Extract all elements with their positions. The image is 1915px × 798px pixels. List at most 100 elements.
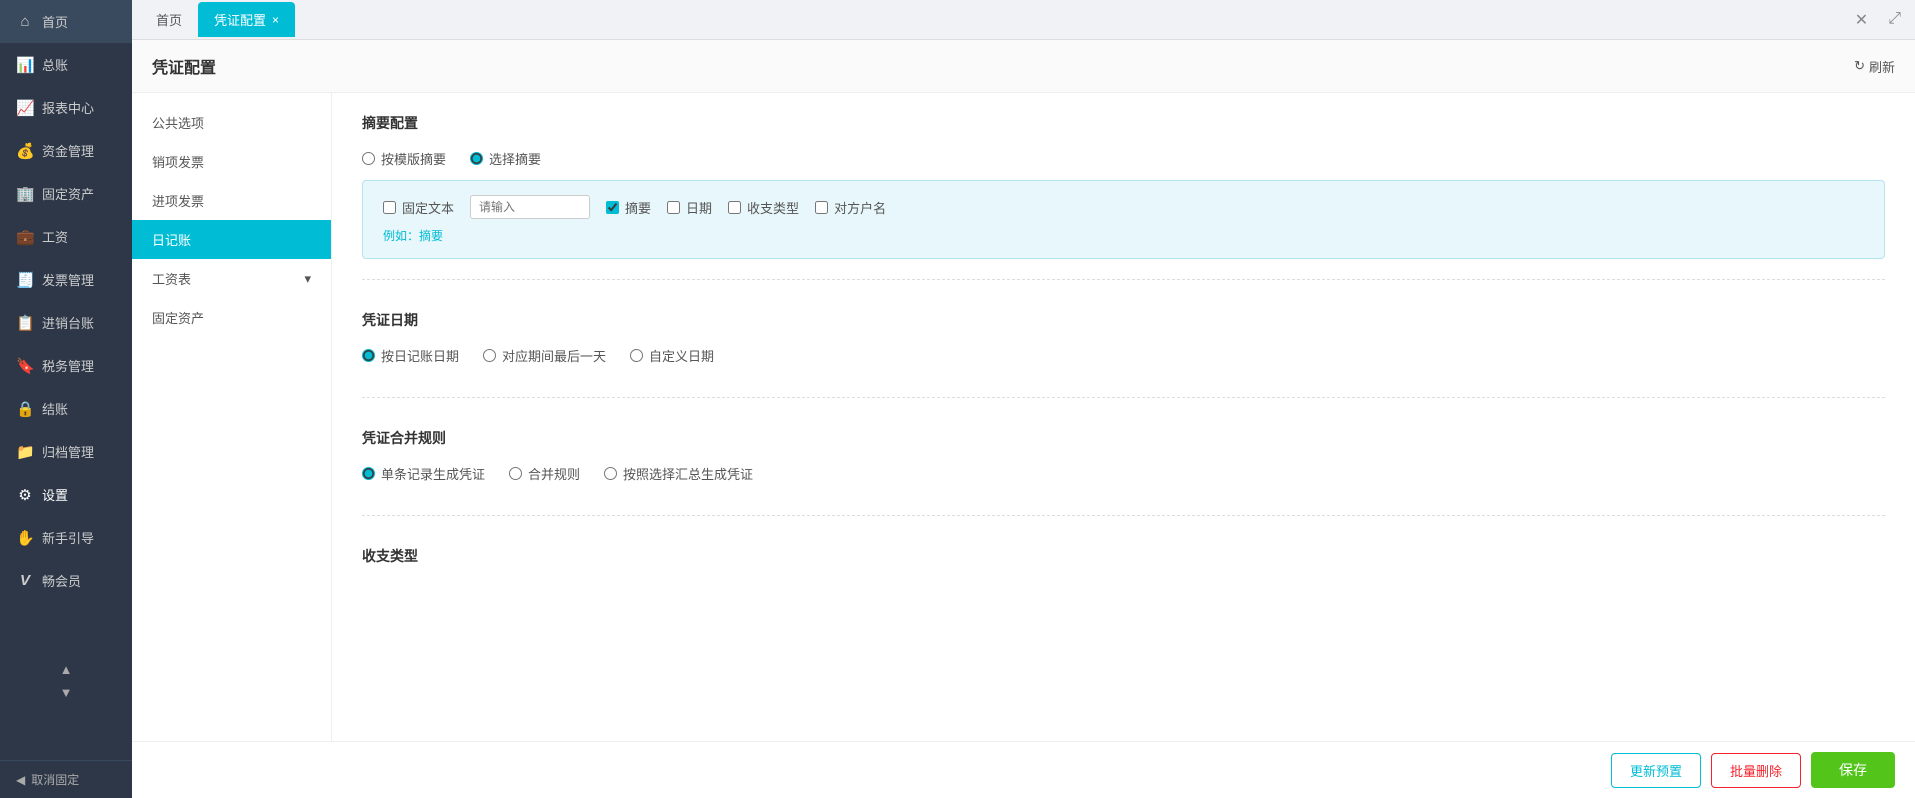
summary-radio-select[interactable]: 选择摘要	[470, 149, 541, 168]
tab-bar-actions: ✕ ⤢	[1849, 8, 1907, 32]
left-nav-journal-label: 日记账	[152, 230, 191, 249]
summary-section: 摘要配置 按模版摘要 选择摘要	[362, 113, 1885, 280]
voucher-date-radio-row: 按日记账日期 对应期间最后一天 自定义日期	[362, 346, 1885, 365]
refresh-label: 刷新	[1869, 57, 1895, 76]
sidebar-item-salary[interactable]: 💼 工资	[0, 215, 132, 258]
cancel-pin-button[interactable]: ◀ 取消固定	[0, 760, 132, 798]
sidebar-item-purchase-sale[interactable]: 📋 进销台账	[0, 301, 132, 344]
left-nav-fixed-assets[interactable]: 固定资产	[132, 298, 331, 337]
tab-home-label: 首页	[156, 10, 182, 29]
window-close-icon[interactable]: ✕	[1849, 8, 1874, 32]
sidebar-item-label: 发票管理	[42, 270, 94, 289]
sidebar-item-report[interactable]: 📈 报表中心	[0, 86, 132, 129]
sidebar: ⌂ 首页 📊 总账 📈 报表中心 💰 资金管理 🏢 固定资产 💼 工资 🧾 发票…	[0, 0, 132, 798]
sidebar-item-close-accounts[interactable]: 🔒 结账	[0, 387, 132, 430]
page-content: 凭证配置 ↻ 刷新 公共选项 销项发票 进项发票 日记账	[132, 40, 1915, 798]
custom-date-label: 自定义日期	[649, 346, 714, 365]
single-label: 单条记录生成凭证	[381, 464, 485, 483]
salary-icon: 💼	[16, 228, 34, 246]
radio-by-selection[interactable]: 按照选择汇总生成凭证	[604, 464, 753, 483]
checkbox-income-type[interactable]: 收支类型	[728, 198, 799, 217]
radio-last-day[interactable]: 对应期间最后一天	[483, 346, 606, 365]
radio-merge[interactable]: 合并规则	[509, 464, 580, 483]
fixed-text-label: 固定文本	[402, 198, 454, 217]
tab-voucher-config[interactable]: 凭证配置 ×	[198, 2, 295, 37]
sidebar-item-funds[interactable]: 💰 资金管理	[0, 129, 132, 172]
by-selection-label: 按照选择汇总生成凭证	[623, 464, 753, 483]
settings-icon: ⚙	[16, 486, 34, 504]
tab-home[interactable]: 首页	[140, 2, 198, 37]
left-nav-purchase-label: 进项发票	[152, 191, 204, 210]
tax-icon: 🔖	[16, 357, 34, 375]
summary-title: 摘要配置	[362, 113, 1885, 133]
summary-template-label: 按模版摘要	[381, 149, 446, 168]
invoice-mgmt-icon: 🧾	[16, 271, 34, 289]
sidebar-item-home[interactable]: ⌂ 首页	[0, 0, 132, 43]
report-icon: 📈	[16, 99, 34, 117]
sidebar-scroll-up[interactable]: ▲	[0, 658, 132, 681]
sidebar-item-label: 结账	[42, 399, 68, 418]
vip-icon: V	[16, 572, 34, 589]
refresh-button[interactable]: ↻ 刷新	[1854, 57, 1895, 76]
main-area: 首页 凭证配置 × ✕ ⤢ 凭证配置 ↻ 刷新 公共选项	[132, 0, 1915, 798]
income-type-section: 收支类型	[362, 546, 1885, 602]
sidebar-item-label: 归档管理	[42, 442, 94, 461]
batch-delete-button[interactable]: 批量删除	[1711, 753, 1801, 788]
summary-select-label: 选择摘要	[489, 149, 541, 168]
bookkeeping-date-label: 按日记账日期	[381, 346, 459, 365]
sidebar-item-label: 设置	[42, 485, 68, 504]
summary-radio-row: 按模版摘要 选择摘要	[362, 149, 1885, 168]
assets-icon: 🏢	[16, 185, 34, 203]
sidebar-scroll-down[interactable]: ▼	[0, 681, 132, 704]
summary-radio-template[interactable]: 按模版摘要	[362, 149, 446, 168]
checkbox-summary[interactable]: 摘要	[606, 198, 651, 217]
checkbox-counterpart[interactable]: 对方户名	[815, 198, 886, 217]
summary-checkboxes-row: 固定文本 摘要 日期	[383, 195, 1864, 219]
radio-single[interactable]: 单条记录生成凭证	[362, 464, 485, 483]
fixed-text-input[interactable]	[470, 195, 590, 219]
merge-rule-title: 凭证合并规则	[362, 428, 1885, 448]
funds-icon: 💰	[16, 142, 34, 160]
sidebar-item-invoice-mgmt[interactable]: 🧾 发票管理	[0, 258, 132, 301]
left-nav-sales-label: 销项发票	[152, 152, 204, 171]
income-type-title: 收支类型	[362, 546, 1885, 566]
last-day-label: 对应期间最后一天	[502, 346, 606, 365]
sidebar-item-label: 工资	[42, 227, 68, 246]
sidebar-item-label: 首页	[42, 12, 68, 31]
left-nav-journal[interactable]: 日记账	[132, 220, 331, 259]
pin-icon: ◀	[16, 773, 25, 787]
summary-label: 摘要	[625, 198, 651, 217]
checkbox-date[interactable]: 日期	[667, 198, 712, 217]
sidebar-item-label: 畅会员	[42, 571, 81, 590]
sidebar-item-vip[interactable]: V 畅会员	[0, 559, 132, 602]
page-header: 凭证配置 ↻ 刷新	[132, 40, 1915, 93]
checkbox-fixed-text[interactable]: 固定文本	[383, 198, 454, 217]
summary-config-box: 固定文本 摘要 日期	[362, 180, 1885, 259]
sidebar-item-archive[interactable]: 📁 归档管理	[0, 430, 132, 473]
left-nav-public-label: 公共选项	[152, 113, 204, 132]
sidebar-item-label: 总账	[42, 55, 68, 74]
sidebar-item-label: 资金管理	[42, 141, 94, 160]
left-nav-payroll[interactable]: 工资表 ▾	[132, 259, 331, 298]
tab-close-icon[interactable]: ×	[272, 13, 279, 27]
left-nav-sales-invoice[interactable]: 销项发票	[132, 142, 331, 181]
sidebar-item-tax[interactable]: 🔖 税务管理	[0, 344, 132, 387]
sidebar-item-guide[interactable]: ✋ 新手引导	[0, 516, 132, 559]
chevron-down-icon: ▾	[304, 271, 311, 287]
close-accounts-icon: 🔒	[16, 400, 34, 418]
home-icon: ⌂	[16, 13, 34, 30]
radio-bookkeeping-date[interactable]: 按日记账日期	[362, 346, 459, 365]
window-restore-icon[interactable]: ⤢	[1882, 8, 1907, 32]
left-nav-purchase-invoice[interactable]: 进项发票	[132, 181, 331, 220]
purchase-sale-icon: 📋	[16, 314, 34, 332]
sidebar-item-label: 税务管理	[42, 356, 94, 375]
sidebar-item-ledger[interactable]: 📊 总账	[0, 43, 132, 86]
counterpart-label: 对方户名	[834, 198, 886, 217]
left-nav: 公共选项 销项发票 进项发票 日记账 工资表 ▾ 固定资产	[132, 93, 332, 741]
sidebar-item-assets[interactable]: 🏢 固定资产	[0, 172, 132, 215]
left-nav-public[interactable]: 公共选项	[132, 103, 331, 142]
update-preview-button[interactable]: 更新预置	[1611, 753, 1701, 788]
radio-custom-date[interactable]: 自定义日期	[630, 346, 714, 365]
save-button[interactable]: 保存	[1811, 752, 1895, 788]
sidebar-item-settings[interactable]: ⚙ 设置	[0, 473, 132, 516]
